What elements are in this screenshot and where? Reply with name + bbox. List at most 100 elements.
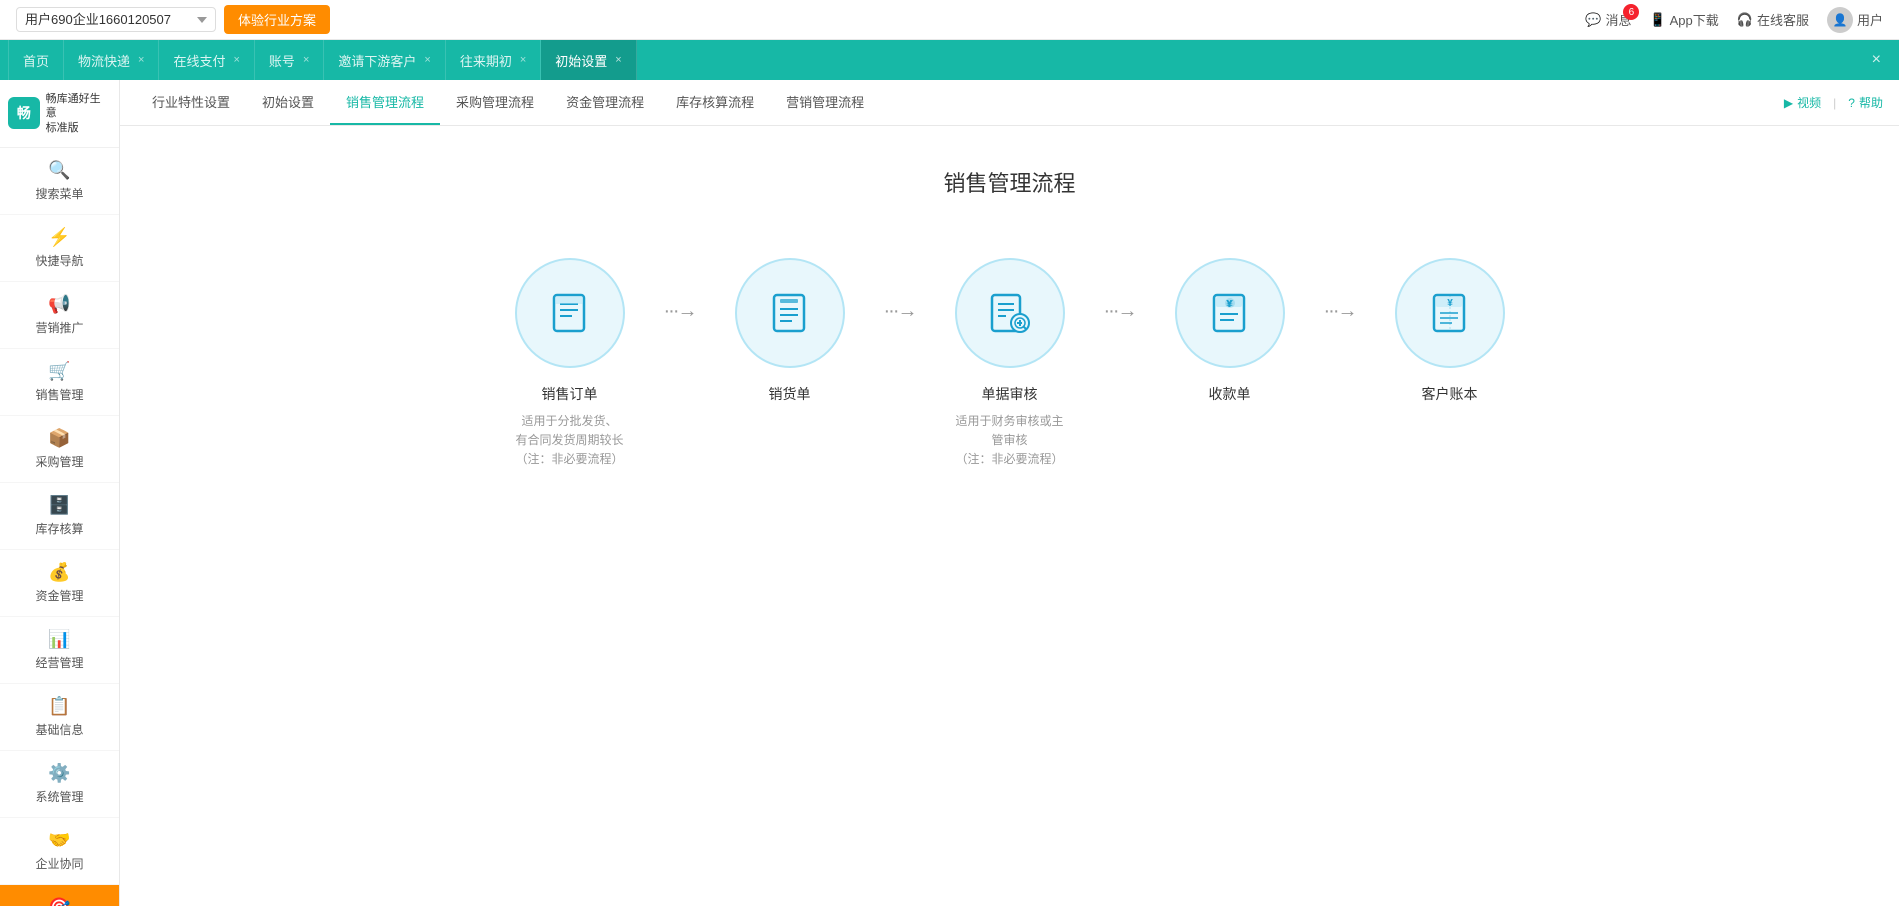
sidebar-item-search-label: 搜索菜单 [35,185,83,202]
sidebar-item-ops-label: 经营管理 [35,654,83,671]
inventory-icon: 🗄️ [48,495,70,516]
handshake-icon: 🤝 [48,830,70,851]
nav-tab-payment-label: 在线支付 [173,51,225,70]
sidebar-item-search[interactable]: 🔍 搜索菜单 [0,148,119,215]
sidebar-item-inventory-label: 库存核算 [35,520,83,537]
sub-tab-marketing-flow[interactable]: 营销管理流程 [770,80,880,125]
sidebar-item-ops[interactable]: 📊 经营管理 [0,617,119,684]
user-select[interactable]: 用户690企业1660120507 [16,7,216,32]
video-action[interactable]: ▶ 视频 [1784,94,1821,111]
sub-tab-init[interactable]: 初始设置 [246,80,330,125]
sub-tab-purchase-flow[interactable]: 采购管理流程 [440,80,550,125]
box-icon: 📦 [48,428,70,449]
nav-tab-period-label: 往来期初 [460,51,512,70]
sidebar-item-corp-label: 企业协同 [35,855,83,872]
sidebar-item-sales-label: 销售管理 [35,386,83,403]
flow-node-receipt: ¥ ¥ 收款单 [1150,258,1310,412]
logo-icon: 畅 [8,97,40,129]
flow-node-ledger: ¥ 客户账本 [1370,258,1530,412]
nav-tab-invite-label: 邀请下游客户 [338,51,416,70]
flow-node-review: 单据审核 适用于财务审核或主管审核（注：非必要流程） [930,258,1090,470]
user-item[interactable]: 👤 用户 [1827,7,1883,33]
sidebar: 畅 畅库通好生意 标准版 🔍 搜索菜单 ⚡ 快捷导航 📢 营销推广 🛒 销售管理… [0,80,120,906]
sidebar-item-sales[interactable]: 🛒 销售管理 [0,349,119,416]
close-all-tabs[interactable]: × [1862,51,1891,69]
online-service-item[interactable]: 🎧 在线客服 [1737,10,1809,29]
sidebar-item-system[interactable]: ⚙️ 系统管理 [0,751,119,818]
nav-tab-home[interactable]: 首页 [8,40,64,80]
experience-button[interactable]: 体验行业方案 [224,5,330,34]
flow-node-sales-order: 销售订单 适用于分批发货、有合同发货周期较长（注：非必要流程） [490,258,650,470]
flow-circle-review [955,258,1065,368]
play-icon: ▶ [1784,96,1793,110]
main-content: 行业特性设置 初始设置 销售管理流程 采购管理流程 资金管理流程 库存核算流程 … [120,80,1899,906]
sidebar-item-purchase[interactable]: 📦 采购管理 [0,416,119,483]
flow-node-receipt-title: 收款单 [1209,384,1251,404]
flow-title: 销售管理流程 [180,166,1839,198]
service-label: 在线客服 [1757,10,1809,29]
headset-icon: 🎧 [1737,12,1753,28]
sub-tab-sales-flow[interactable]: 销售管理流程 [330,80,440,125]
sidebar-item-basic-label: 基础信息 [35,721,83,738]
nav-tab-init-label: 初始设置 [555,51,607,70]
sub-tab-industry[interactable]: 行业特性设置 [136,80,246,125]
money-icon: 💰 [48,562,70,583]
search-icon: 🔍 [48,160,70,181]
sidebar-item-finance[interactable]: 💰 资金管理 [0,550,119,617]
nav-tab-payment[interactable]: 在线支付 × [159,40,254,80]
avatar: 👤 [1827,7,1853,33]
nav-tab-logistics-label: 物流快递 [78,51,130,70]
gear-icon: ⚙️ [48,763,70,784]
nav-tab-logistics[interactable]: 物流快递 × [64,40,159,80]
sidebar-item-finance-label: 资金管理 [35,587,83,604]
top-bar: 用户690企业1660120507 体验行业方案 💬 消息 6 📱 App下载 … [0,0,1899,40]
logo-text: 畅库通好生意 标准版 [46,92,111,135]
message-icon: 💬 [1585,12,1601,28]
nav-tab-account-close[interactable]: × [303,54,309,66]
app-label: App下载 [1670,10,1719,29]
sidebar-item-newbie[interactable]: 🎯 新手引导 [0,885,119,906]
flow-circle-ledger: ¥ [1395,258,1505,368]
sub-tab-actions: ▶ 视频 | ? 帮助 [1784,94,1883,111]
flow-node-review-title: 单据审核 [982,384,1038,404]
nav-tab-logistics-close[interactable]: × [138,54,144,66]
flow-node-review-desc: 适用于财务审核或主管审核（注：非必要流程） [955,412,1063,470]
nav-tab-payment-close[interactable]: × [233,54,239,66]
flow-node-delivery: 销货单 [710,258,870,412]
flow-content: 销售管理流程 销售订单 适用于分批 [120,126,1899,906]
nav-tab-period-close[interactable]: × [520,54,526,66]
nav-tab-invite-close[interactable]: × [424,54,430,66]
clipboard-icon: 📋 [48,696,70,717]
flow-node-delivery-title: 销货单 [769,384,811,404]
sub-tab-finance-flow[interactable]: 资金管理流程 [550,80,660,125]
sidebar-item-marketing[interactable]: 📢 营销推广 [0,282,119,349]
nav-tab-invite[interactable]: 邀请下游客户 × [324,40,445,80]
user-label: 用户 [1857,10,1883,29]
logo-area: 畅 畅库通好生意 标准版 [0,80,119,148]
sidebar-item-marketing-label: 营销推广 [35,319,83,336]
flow-circle-delivery [735,258,845,368]
sub-tabs: 行业特性设置 初始设置 销售管理流程 采购管理流程 资金管理流程 库存核算流程 … [120,80,1899,126]
nav-tab-init[interactable]: 初始设置 × [541,40,636,80]
nav-tab-init-close[interactable]: × [615,54,621,66]
sub-tab-inventory-flow[interactable]: 库存核算流程 [660,80,770,125]
flow-arrow-1: ···→ [650,258,710,323]
top-bar-left: 用户690企业1660120507 体验行业方案 [16,5,330,34]
flow-diagram: 销售订单 适用于分批发货、有合同发货周期较长（注：非必要流程） ···→ [180,258,1839,470]
nav-tab-account[interactable]: 账号 × [255,40,324,80]
flash-icon: ⚡ [48,227,70,248]
main-layout: 畅 畅库通好生意 标准版 🔍 搜索菜单 ⚡ 快捷导航 📢 营销推广 🛒 销售管理… [0,80,1899,906]
sidebar-item-inventory[interactable]: 🗄️ 库存核算 [0,483,119,550]
sidebar-item-purchase-label: 采购管理 [35,453,83,470]
app-download-item[interactable]: 📱 App下载 [1649,10,1718,29]
nav-tab-account-label: 账号 [269,51,295,70]
message-icon-item[interactable]: 💬 消息 6 [1585,10,1631,29]
sidebar-item-quick[interactable]: ⚡ 快捷导航 [0,215,119,282]
sidebar-item-basic[interactable]: 📋 基础信息 [0,684,119,751]
message-badge: 6 [1623,4,1639,20]
sidebar-item-corp[interactable]: 🤝 企业协同 [0,818,119,885]
help-action[interactable]: ? 帮助 [1848,94,1883,111]
nav-tab-period[interactable]: 往来期初 × [446,40,541,80]
flow-node-sales-order-desc: 适用于分批发货、有合同发货周期较长（注：非必要流程） [515,412,623,470]
nav-tabs-bar: 首页 物流快递 × 在线支付 × 账号 × 邀请下游客户 × 往来期初 × 初始… [0,40,1899,80]
